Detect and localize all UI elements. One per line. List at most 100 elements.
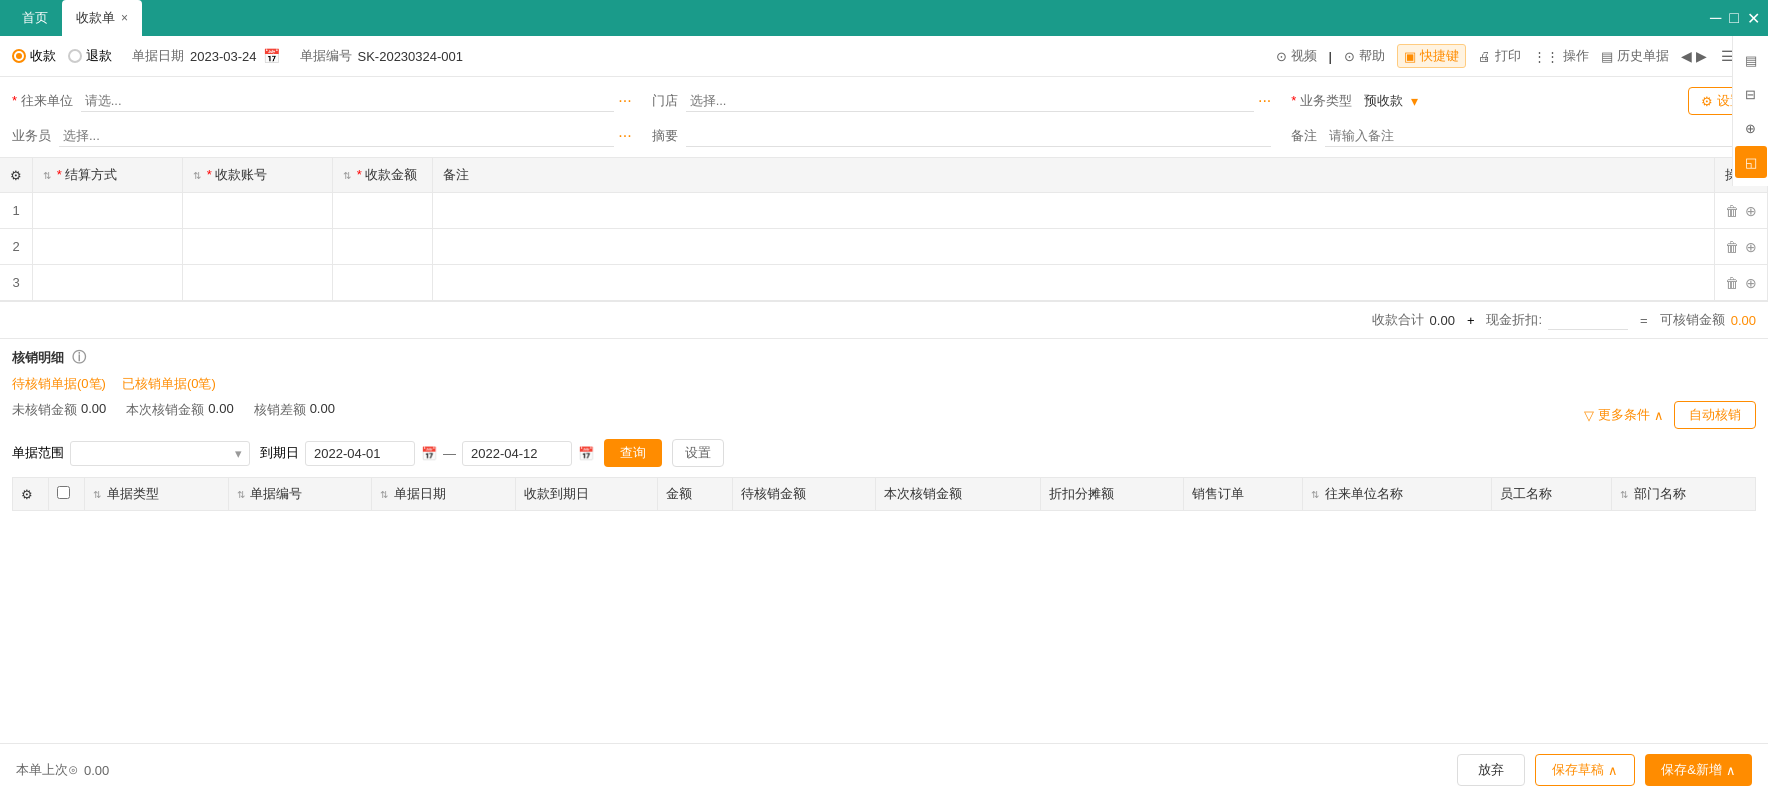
- business-type-label: 业务类型: [1291, 92, 1352, 110]
- delete-icon-2[interactable]: 🗑: [1725, 239, 1739, 255]
- nav-left-icon[interactable]: ◀: [1681, 48, 1692, 64]
- history-label: 历史单据: [1617, 47, 1669, 65]
- discount-input[interactable]: [1548, 310, 1628, 330]
- table-cell-account-1[interactable]: [183, 193, 333, 229]
- total-value: 0.00: [1430, 313, 1455, 328]
- operation-icon: ⋮⋮: [1533, 49, 1559, 64]
- bottom-col-number: ⇅ 单据编号: [228, 478, 372, 511]
- section-title-text: 核销明细: [12, 349, 64, 367]
- copy-icon-2[interactable]: ⊕: [1745, 239, 1757, 255]
- abandon-button[interactable]: 放弃: [1457, 754, 1525, 786]
- store-label: 门店: [652, 92, 678, 110]
- radio-collection[interactable]: 收款: [12, 47, 56, 65]
- range-select[interactable]: [70, 441, 250, 466]
- unchecked-stat: 未核销金额 0.00: [12, 401, 106, 419]
- copy-icon-3[interactable]: ⊕: [1745, 275, 1757, 291]
- counterpart-input[interactable]: [81, 90, 615, 112]
- copy-icon-1[interactable]: ⊕: [1745, 203, 1757, 219]
- salesperson-input[interactable]: [59, 125, 614, 147]
- table-cell-account-3[interactable]: [183, 265, 333, 301]
- date-to-calendar-icon[interactable]: 📅: [578, 446, 594, 461]
- range-label: 单据范围: [12, 444, 64, 462]
- table-cell-settlement-3[interactable]: [33, 265, 183, 301]
- help-icon: ⊙: [1344, 49, 1355, 64]
- table-cell-action-3: 🗑 ⊕: [1715, 265, 1768, 301]
- section-info-icon[interactable]: ⓘ: [72, 349, 86, 367]
- date-to-input[interactable]: [462, 441, 572, 466]
- help-btn[interactable]: ⊙ 帮助: [1344, 47, 1385, 65]
- table-cell-amount-3[interactable]: [333, 265, 433, 301]
- window-maximize-icon[interactable]: □: [1729, 9, 1739, 28]
- save-new-button[interactable]: 保存&新增 ∧: [1645, 754, 1752, 786]
- table-cell-account-2[interactable]: [183, 229, 333, 265]
- bottom-col-current: 本次核销金额: [875, 478, 1040, 511]
- auto-verify-button[interactable]: 自动核销: [1674, 401, 1756, 429]
- radio-refund[interactable]: 退款: [68, 47, 112, 65]
- number-value: SK-20230324-001: [358, 49, 464, 64]
- tab-close-icon[interactable]: ×: [121, 11, 128, 25]
- nav-right-icon[interactable]: ▶: [1696, 48, 1707, 64]
- settings-small-button[interactable]: 设置: [672, 439, 724, 467]
- filter-more-btn[interactable]: ▽ 更多条件 ∧: [1584, 406, 1664, 424]
- date-from-input[interactable]: [305, 441, 415, 466]
- sidebar-icon-4[interactable]: ◱: [1735, 146, 1767, 178]
- table-header-row: ⚙ ⇅ * 结算方式 ⇅ * 收款账号 ⇅ * 收款: [0, 158, 1768, 193]
- save-draft-arrow-icon: ∧: [1608, 763, 1618, 778]
- counterpart-more-icon[interactable]: ···: [618, 92, 631, 110]
- sidebar-icon-2[interactable]: ⊟: [1735, 78, 1767, 110]
- remark-input[interactable]: [1325, 125, 1756, 147]
- history-btn[interactable]: ▤ 历史单据: [1601, 47, 1669, 65]
- delete-icon-1[interactable]: 🗑: [1725, 203, 1739, 219]
- range-field: 单据范围: [12, 441, 250, 466]
- query-button[interactable]: 查询: [604, 439, 662, 467]
- verify-tabs: 待核销单据(0笔) 已核销单据(0笔): [12, 375, 1756, 393]
- table-cell-amount-2[interactable]: [333, 229, 433, 265]
- date-from-calendar-icon[interactable]: 📅: [421, 446, 437, 461]
- sidebar-attach-icon: ⊕: [1745, 121, 1756, 136]
- salesperson-more-icon[interactable]: ···: [618, 127, 631, 145]
- form-row-2: 业务员 ··· 摘要 备注: [12, 125, 1756, 147]
- remark-field: 备注: [1291, 125, 1756, 147]
- shortcut-btn[interactable]: ▣ 快捷键: [1397, 44, 1466, 68]
- operation-btn[interactable]: ⋮⋮ 操作: [1533, 47, 1589, 65]
- bottom-col-amount: 金额: [658, 478, 733, 511]
- table-cell-remark-3[interactable]: [433, 265, 1715, 301]
- sidebar-icon-1[interactable]: ▤: [1735, 44, 1767, 76]
- bottom-col-settings[interactable]: ⚙: [13, 478, 49, 511]
- tab-home[interactable]: 首页: [8, 0, 62, 36]
- due-date-label: 到期日: [260, 444, 299, 462]
- store-more-icon[interactable]: ···: [1258, 92, 1271, 110]
- table-cell-remark-1[interactable]: [433, 193, 1715, 229]
- verify-tab-pending[interactable]: 待核销单据(0笔): [12, 375, 106, 393]
- abandon-label: 放弃: [1478, 762, 1504, 777]
- table-cell-amount-1[interactable]: [333, 193, 433, 229]
- tab-bar-controls: ─ □ ✕: [1710, 9, 1760, 28]
- date-separator: —: [443, 446, 456, 461]
- store-input[interactable]: [686, 90, 1254, 112]
- video-btn[interactable]: ⊙ 视频: [1276, 47, 1317, 65]
- radio-refund-dot: [68, 49, 82, 63]
- window-minimize-icon[interactable]: ─: [1710, 9, 1721, 28]
- window-close-icon[interactable]: ✕: [1747, 9, 1760, 28]
- diff-stat: 核销差额 0.00: [254, 401, 335, 419]
- sidebar-icon-3[interactable]: ⊕: [1735, 112, 1767, 144]
- table-select-all[interactable]: [57, 486, 70, 499]
- table-cell-settlement-1[interactable]: [33, 193, 183, 229]
- diff-label: 核销差额: [254, 401, 306, 419]
- summary-input[interactable]: [686, 125, 1272, 147]
- table-cell-remark-2[interactable]: [433, 229, 1715, 265]
- table-col-settings[interactable]: ⚙: [0, 158, 33, 193]
- table-cell-settlement-2[interactable]: [33, 229, 183, 265]
- business-type-dropdown-icon[interactable]: ▾: [1411, 93, 1418, 109]
- delete-icon-3[interactable]: 🗑: [1725, 275, 1739, 291]
- sidebar-grid-icon: ▤: [1745, 53, 1757, 68]
- settlement-sort-icon: ⇅: [43, 170, 51, 181]
- save-draft-button[interactable]: 保存草稿 ∧: [1535, 754, 1635, 786]
- date-calendar-icon[interactable]: 📅: [263, 48, 280, 64]
- tab-active[interactable]: 收款单 ×: [62, 0, 142, 36]
- discount-item: 现金折扣:: [1486, 310, 1628, 330]
- number-label: 单据编号: [300, 47, 352, 65]
- salesperson-field: 业务员 ···: [12, 125, 632, 147]
- print-btn[interactable]: 🖨 打印: [1478, 47, 1521, 65]
- verify-tab-done[interactable]: 已核销单据(0笔): [122, 375, 216, 393]
